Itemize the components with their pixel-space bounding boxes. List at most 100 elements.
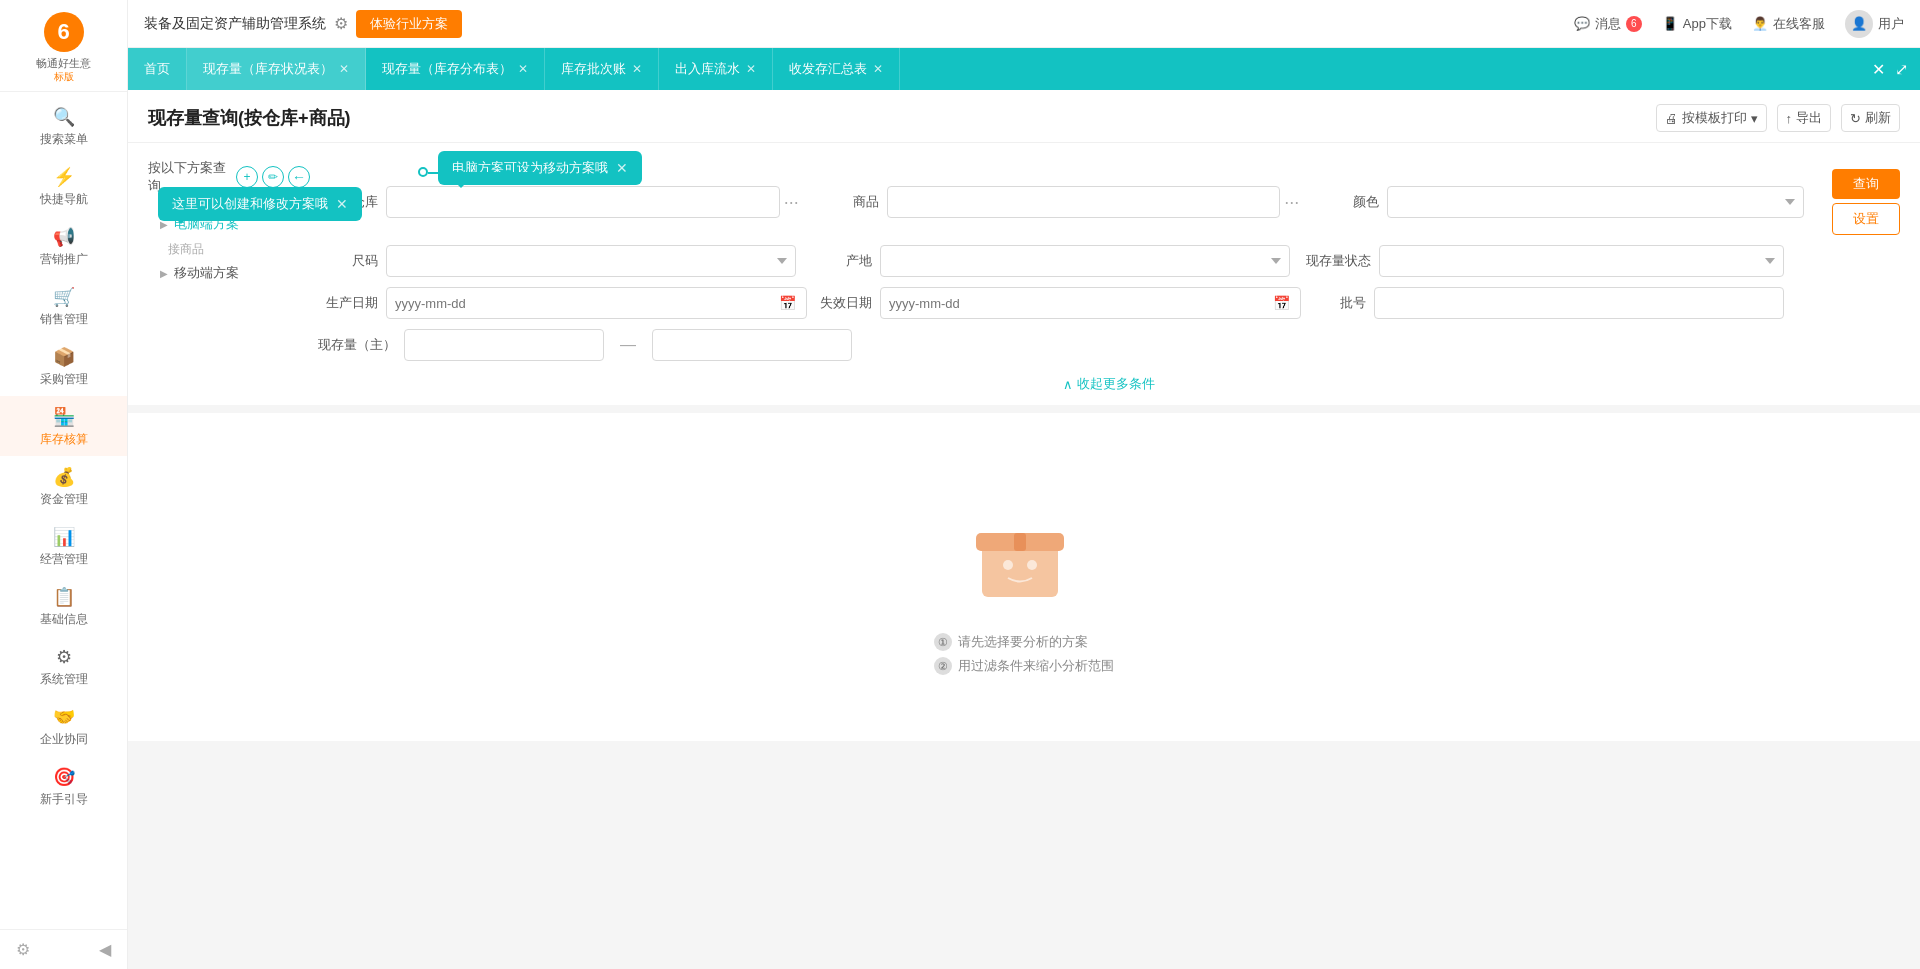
scheme-sub-warehouse[interactable]: 接商品 (168, 239, 310, 260)
operations-icon: 📊 (53, 526, 75, 548)
filter-group-warehouse: 仓库 ··· (318, 186, 803, 218)
export-icon: ↑ (1786, 111, 1793, 126)
app-download-icon: 📱 (1662, 16, 1678, 31)
tab-batch-ledger[interactable]: 库存批次账 ✕ (545, 48, 659, 90)
content-area: 现存量查询(按仓库+商品) 🖨 按模板打印 ▾ ↑ 导出 ↻ 刷新 (128, 90, 1920, 969)
sidebar-bottom: ⚙ ◀ (0, 929, 127, 969)
tooltip2-close[interactable]: ✕ (336, 196, 348, 212)
online-service-label: 在线客服 (1773, 15, 1825, 33)
sidebar-item-inventory[interactable]: 🏪 库存核算 (0, 396, 127, 456)
collapse-sidebar-icon[interactable]: ◀ (99, 940, 111, 959)
sidebar-item-finance[interactable]: 💰 资金管理 (0, 456, 127, 516)
stock-status-select[interactable] (1379, 245, 1784, 277)
hint1-text: 请先选择要分析的方案 (958, 633, 1088, 651)
template-print-btn[interactable]: 🖨 按模板打印 ▾ (1656, 104, 1767, 132)
produce-date-wrap: 📅 (386, 287, 796, 319)
app-download-item[interactable]: 📱 App下载 (1662, 15, 1732, 33)
page-title: 现存量查询(按仓库+商品) (148, 106, 351, 130)
basic-info-icon: 📋 (53, 586, 75, 608)
filter-group-produce-date: 生产日期 📅 (318, 287, 796, 319)
filter-row-3: 生产日期 📅 失效日期 (318, 287, 1900, 319)
tab-in-out-flow-label: 出入库流水 (675, 60, 740, 78)
sales-icon: 🛒 (53, 286, 75, 308)
sidebar-item-purchase[interactable]: 📦 采购管理 (0, 336, 127, 396)
quick-nav-icon: ⚡ (53, 166, 75, 188)
size-select[interactable] (386, 245, 796, 277)
svg-point-4 (1027, 560, 1037, 570)
tab-receive-summary-label: 收发存汇总表 (789, 60, 867, 78)
warehouse-dots[interactable]: ··· (780, 192, 803, 213)
sidebar-item-system[interactable]: ⚙ 系统管理 (0, 636, 127, 696)
expand-tab-icon[interactable]: ⤢ (1895, 60, 1908, 79)
produce-date-input[interactable] (386, 287, 807, 319)
collapse-more-btn[interactable]: ∧ 收起更多条件 (1063, 375, 1155, 393)
tab-inventory-distribution-close[interactable]: ✕ (518, 62, 528, 76)
sidebar-item-guide[interactable]: 🎯 新手引导 (0, 756, 127, 816)
warehouse-input[interactable] (386, 186, 780, 218)
stock-qty-min[interactable] (404, 329, 604, 361)
scheme-mobile[interactable]: ▶ 移动端方案 (148, 260, 310, 286)
svg-rect-2 (1014, 533, 1026, 551)
hint2-text: 用过滤条件来缩小分析范围 (958, 657, 1114, 675)
stock-qty-max[interactable] (652, 329, 852, 361)
sidebar-item-basic-info[interactable]: 📋 基础信息 (0, 576, 127, 636)
settings-bottom-icon[interactable]: ⚙ (16, 940, 30, 959)
hint1-num: ① (934, 633, 952, 651)
size-select-wrap (386, 245, 796, 277)
user-avatar: 👤 (1845, 10, 1873, 38)
user-label: 用户 (1878, 15, 1904, 33)
goods-dots[interactable]: ··· (1280, 192, 1303, 213)
tab-inventory-distribution-label: 现存量（库存分布表） (382, 60, 512, 78)
tab-in-out-flow-close[interactable]: ✕ (746, 62, 756, 76)
origin-select[interactable] (880, 245, 1290, 277)
tooltip-pc-scheme: 电脑方案可设为移动方案哦 ✕ (438, 151, 642, 185)
tab-inventory-status-close[interactable]: ✕ (339, 62, 349, 76)
tooltip2-text: 这里可以创建和修改方案哦 (172, 195, 328, 213)
empty-illustration (964, 493, 1084, 613)
filter-group-expire-date: 失效日期 📅 (812, 287, 1290, 319)
tooltip1-text: 电脑方案可设为移动方案哦 (452, 159, 608, 177)
tab-home-label: 首页 (144, 60, 170, 78)
back-scheme-btn[interactable]: ← (288, 166, 310, 188)
search-btn[interactable]: 查询 (1832, 169, 1900, 199)
color-label: 颜色 (1319, 193, 1379, 211)
goods-input[interactable] (887, 186, 1281, 218)
tab-batch-ledger-close[interactable]: ✕ (632, 62, 642, 76)
edit-scheme-btn[interactable]: ✏ (262, 166, 284, 188)
empty-hint-2: ② 用过滤条件来缩小分析范围 (934, 657, 1114, 675)
add-scheme-btn[interactable]: + (236, 166, 258, 188)
sidebar-item-enterprise[interactable]: 🤝 企业协同 (0, 696, 127, 756)
color-select-wrap (1387, 186, 1804, 218)
user-item[interactable]: 👤 用户 (1845, 10, 1904, 38)
header-settings-icon[interactable]: ⚙ (334, 14, 348, 33)
tooltip1-close[interactable]: ✕ (616, 160, 628, 176)
sidebar: 6 畅通好生意 标版 🔍 搜索菜单 ⚡ 快捷导航 📢 营销推广 🛒 销售管理 📦… (0, 0, 128, 969)
tab-bar-end: ✕ ⤢ (1860, 48, 1920, 90)
sidebar-item-quick-nav[interactable]: ⚡ 快捷导航 (0, 156, 127, 216)
trial-btn[interactable]: 体验行业方案 (356, 10, 462, 38)
tab-receive-summary-close[interactable]: ✕ (873, 62, 883, 76)
close-all-tabs-icon[interactable]: ✕ (1872, 60, 1885, 79)
expire-date-input[interactable] (880, 287, 1301, 319)
color-select[interactable] (1387, 186, 1804, 218)
mobile-expand-icon: ▶ (160, 268, 168, 279)
tab-in-out-flow[interactable]: 出入库流水 ✕ (659, 48, 773, 90)
produce-date-icon[interactable]: 📅 (779, 295, 796, 311)
tab-receive-summary[interactable]: 收发存汇总表 ✕ (773, 48, 900, 90)
header-left: 装备及固定资产辅助管理系统 ⚙ 体验行业方案 (144, 10, 462, 38)
message-item[interactable]: 💬 消息 6 (1574, 15, 1642, 33)
sidebar-item-marketing[interactable]: 📢 营销推广 (0, 216, 127, 276)
online-service-icon: 👨‍💼 (1752, 16, 1768, 31)
refresh-btn[interactable]: ↻ 刷新 (1841, 104, 1900, 132)
tab-inventory-status[interactable]: 现存量（库存状况表） ✕ (187, 48, 366, 90)
tab-home[interactable]: 首页 (128, 48, 187, 90)
export-btn[interactable]: ↑ 导出 (1777, 104, 1832, 132)
online-service-item[interactable]: 👨‍💼 在线客服 (1752, 15, 1825, 33)
tab-inventory-distribution[interactable]: 现存量（库存分布表） ✕ (366, 48, 545, 90)
reset-btn[interactable]: 设置 (1832, 203, 1900, 235)
sidebar-item-operations[interactable]: 📊 经营管理 (0, 516, 127, 576)
batch-input[interactable] (1374, 287, 1784, 319)
sidebar-item-sales[interactable]: 🛒 销售管理 (0, 276, 127, 336)
sidebar-item-search-menu[interactable]: 🔍 搜索菜单 (0, 96, 127, 156)
expire-date-icon[interactable]: 📅 (1273, 295, 1290, 311)
